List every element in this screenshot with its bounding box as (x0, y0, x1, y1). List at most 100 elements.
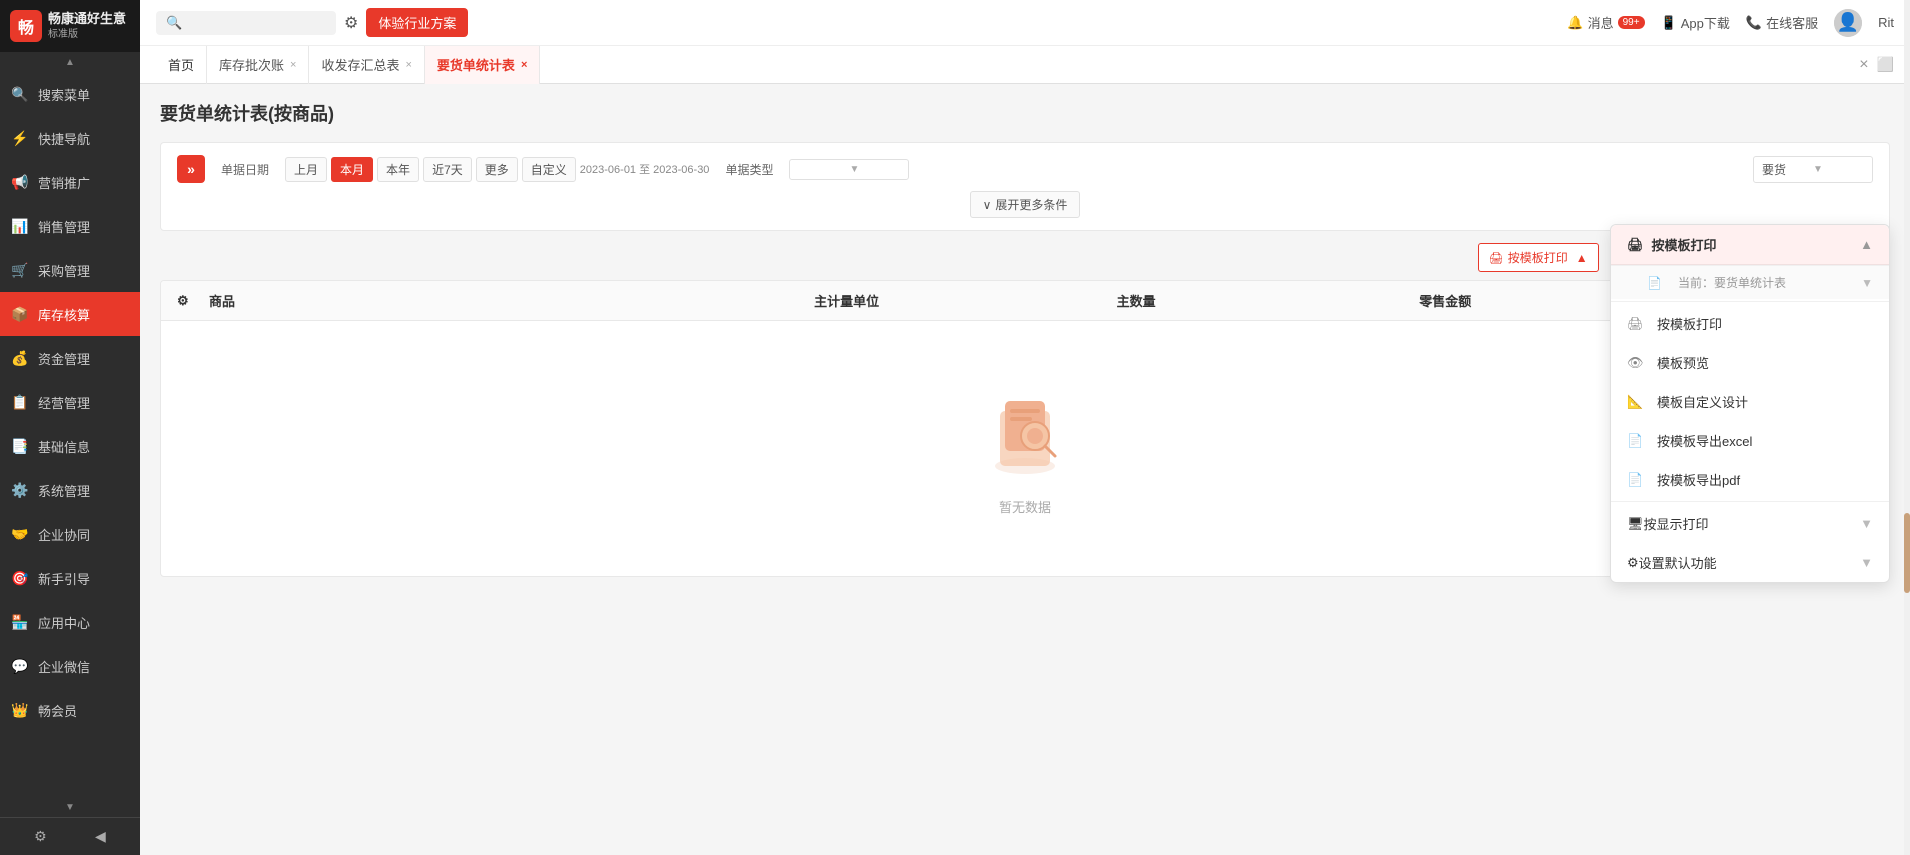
sidebar-item-label-search: 搜索菜单 (38, 85, 90, 104)
tab-inventory-batch-close[interactable]: × (290, 59, 296, 71)
wechat-icon: 💬 (10, 656, 30, 676)
scroll-down-btn[interactable]: ▼ (0, 797, 140, 817)
date-btn-7days[interactable]: 近7天 (423, 157, 472, 182)
print-current-template[interactable]: 📄 当前：要货单统计表 ▼ (1611, 265, 1889, 299)
type-dropdown[interactable]: ▼ (789, 159, 909, 180)
tab-home[interactable]: 首页 (156, 46, 207, 84)
header-gear-icon[interactable]: ⚙ (344, 13, 358, 33)
sidebar-item-marketing[interactable]: 📢 营销推广 (0, 160, 140, 204)
template-pdf-menu-item[interactable]: 📄 按模板导出pdf (1611, 460, 1889, 499)
operations-icon: 📋 (10, 392, 30, 412)
print-template-menu-label: 按模板打印 (1657, 314, 1722, 333)
online-service-btn[interactable]: 📞 在线客服 (1746, 13, 1818, 32)
sidebar-item-sales[interactable]: 📊 销售管理 (0, 204, 140, 248)
print-divider-1 (1611, 301, 1889, 302)
col-settings[interactable]: ⚙ (177, 293, 209, 309)
print-btn-label: 按模板打印 (1508, 249, 1568, 266)
app-title: 畅康通好生意 (48, 10, 126, 28)
trial-industry-btn[interactable]: 体验行业方案 (366, 8, 468, 37)
date-btn-this-year[interactable]: 本年 (377, 157, 419, 182)
user-avatar-icon: 👤 (1834, 9, 1862, 37)
sidebar-item-label-system: 系统管理 (38, 481, 90, 500)
notifications-btn[interactable]: 🔔 消息 99+ (1567, 13, 1644, 32)
sidebar-item-wechat[interactable]: 💬 企业微信 (0, 644, 140, 688)
template-preview-menu-item[interactable]: 👁 模板预览 (1611, 343, 1889, 382)
user-name: Rit (1878, 15, 1894, 30)
tab-collection-summary-label: 收发存汇总表 (321, 55, 399, 74)
sidebar-item-finance[interactable]: 💰 资金管理 (0, 336, 140, 380)
sidebar-item-member[interactable]: 👑 畅会员 (0, 688, 140, 732)
template-excel-menu-item[interactable]: 📄 按模板导出excel (1611, 421, 1889, 460)
main-content: 要货单统计表(按商品) » 单据日期 上月 本月 本年 近7天 更多 自定义 2… (140, 84, 1910, 855)
extra-filter-dropdown[interactable]: 要货 ▼ (1753, 156, 1873, 183)
date-btn-last-month[interactable]: 上月 (285, 157, 327, 182)
appstore-icon: 🏪 (10, 612, 30, 632)
print-template-menu-item[interactable]: 🖨 按模板打印 (1611, 304, 1889, 343)
sidebar-item-quick-nav[interactable]: ⚡ 快捷导航 (0, 116, 140, 160)
print-dropdown-title: 按模板打印 (1652, 235, 1717, 254)
sidebar-settings-icon[interactable]: ⚙ (34, 828, 47, 845)
sidebar-bottom: ⚙ ◀ (0, 817, 140, 855)
filter-row-1: » 单据日期 上月 本月 本年 近7天 更多 自定义 2023-06-01 至 … (177, 155, 1873, 183)
sidebar-item-purchase[interactable]: 🛒 采购管理 (0, 248, 140, 292)
date-btn-custom[interactable]: 自定义 (522, 157, 576, 182)
print-dropdown-close-arrow[interactable]: ▲ (1860, 237, 1873, 252)
notifications-label: 消息 (1588, 13, 1614, 32)
mobile-icon: 📱 (1661, 15, 1677, 31)
tab-maximize-icon[interactable]: ⬜ (1877, 56, 1894, 74)
date-range-display: 2023-06-01 至 2023-06-30 (580, 161, 710, 177)
right-scrollbar[interactable] (1904, 0, 1910, 855)
sidebar-item-label-finance: 资金管理 (38, 349, 90, 368)
date-btn-more[interactable]: 更多 (476, 157, 518, 182)
top-header: 🔍 ⚙ 体验行业方案 🔔 消息 99+ 📱 App下载 📞 在线客服 👤 Rit (140, 0, 1910, 46)
default-settings-item[interactable]: ⚙ 设置默认功能 ▼ (1611, 543, 1889, 582)
template-pdf-label: 按模板导出pdf (1657, 470, 1740, 489)
print-current-label: 当前：要货单统计表 (1678, 274, 1853, 291)
tab-close-all-icon[interactable]: × (1859, 56, 1868, 74)
sidebar-item-basic[interactable]: 📑 基础信息 (0, 424, 140, 468)
date-btn-this-month[interactable]: 本月 (331, 157, 373, 182)
tab-collection-summary[interactable]: 收发存汇总表 × (309, 46, 424, 84)
scroll-up-btn[interactable]: ▲ (0, 52, 140, 72)
collab-icon: 🤝 (10, 524, 30, 544)
sidebar-item-search[interactable]: 🔍 搜索菜单 (0, 72, 140, 116)
sales-icon: 📊 (10, 216, 30, 236)
tab-home-label: 首页 (168, 55, 194, 74)
header-search-icon: 🔍 (166, 15, 182, 31)
scrollbar-thumb[interactable] (1904, 513, 1910, 593)
default-settings-label: 设置默认功能 (1639, 553, 1717, 572)
print-template-btn[interactable]: 🖨 按模板打印 ▲ (1478, 243, 1599, 272)
sidebar: 畅 畅康通好生意 标准版 ▲ 🔍 搜索菜单 ⚡ 快捷导航 📢 营销推广 📊 销售… (0, 0, 140, 855)
col-product-header: 商品 (209, 291, 814, 310)
tab-inventory-batch[interactable]: 库存批次账 × (207, 46, 309, 84)
sidebar-item-label-member: 畅会员 (38, 701, 77, 720)
sidebar-item-guide[interactable]: 🎯 新手引导 (0, 556, 140, 600)
search-nav-icon: 🔍 (10, 84, 30, 104)
sidebar-item-system[interactable]: ⚙️ 系统管理 (0, 468, 140, 512)
tab-order-stats[interactable]: 要货单统计表 × (425, 46, 540, 84)
template-custom-icon: 📐 (1627, 394, 1647, 410)
sidebar-item-inventory[interactable]: 📦 库存核算 (0, 292, 140, 336)
expand-filter-label: 展开更多条件 (995, 196, 1067, 213)
filter-row-expand: ∨ 展开更多条件 (177, 191, 1873, 218)
expand-filter-btn[interactable]: ∨ 展开更多条件 (970, 191, 1081, 218)
finance-icon: 💰 (10, 348, 30, 368)
app-download-btn[interactable]: 📱 App下载 (1661, 13, 1730, 32)
template-preview-icon: 👁 (1627, 355, 1647, 371)
tab-collection-summary-close[interactable]: × (405, 59, 411, 71)
sidebar-item-label-purchase: 采购管理 (38, 261, 90, 280)
template-custom-menu-item[interactable]: 📐 模板自定义设计 (1611, 382, 1889, 421)
print-dropdown-chevron[interactable]: ▲ (1576, 251, 1588, 265)
inventory-icon: 📦 (10, 304, 30, 324)
user-avatar[interactable]: 👤 (1834, 9, 1862, 37)
sidebar-item-collab[interactable]: 🤝 企业协同 (0, 512, 140, 556)
display-print-item[interactable]: 🖥 按显示打印 ▼ (1611, 504, 1889, 543)
header-search-bar[interactable]: 🔍 (156, 11, 336, 35)
sidebar-sound-icon[interactable]: ◀ (95, 828, 106, 845)
header-search-input[interactable] (182, 16, 302, 30)
sidebar-item-appstore[interactable]: 🏪 应用中心 (0, 600, 140, 644)
sidebar-item-operations[interactable]: 📋 经营管理 (0, 380, 140, 424)
tab-order-stats-close[interactable]: × (521, 59, 527, 71)
filter-toggle-btn[interactable]: » (177, 155, 205, 183)
nav-menu: 🔍 搜索菜单 ⚡ 快捷导航 📢 营销推广 📊 销售管理 🛒 采购管理 📦 库存核… (0, 72, 140, 797)
